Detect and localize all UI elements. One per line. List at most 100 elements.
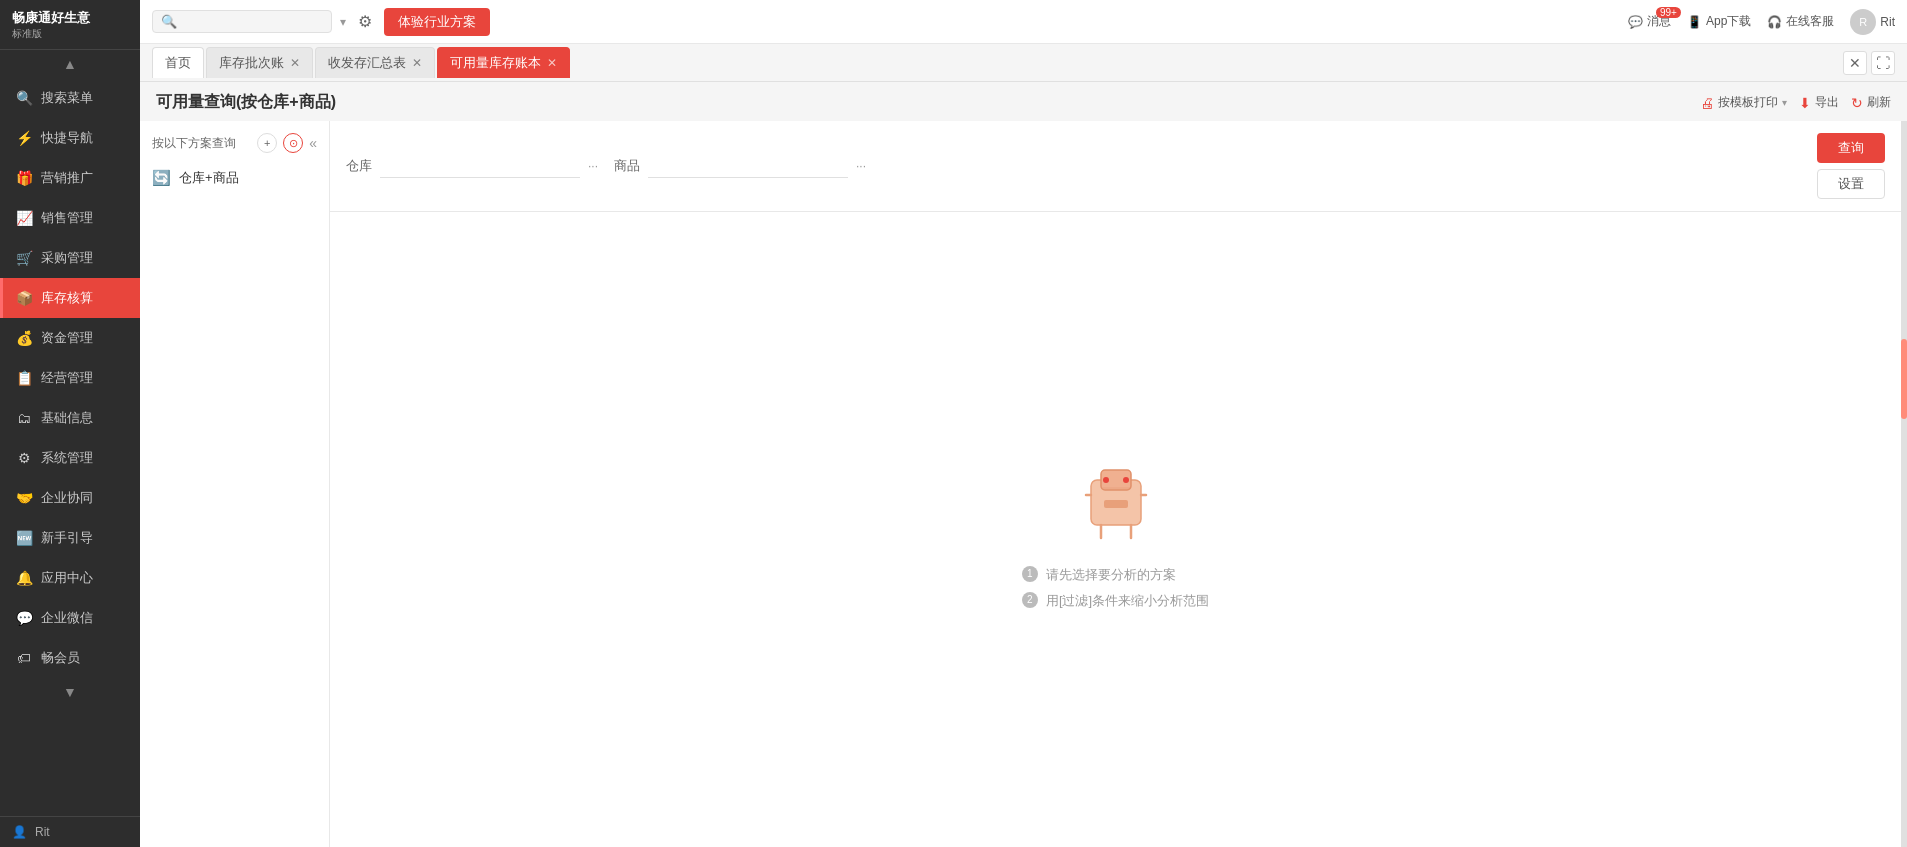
tab-home[interactable]: 首页 bbox=[152, 47, 204, 78]
gift-icon: 🎁 bbox=[15, 170, 33, 186]
filter-panel-title: 按以下方案查询 bbox=[152, 135, 236, 152]
sidebar-item-label: 畅会员 bbox=[41, 649, 80, 667]
finance-icon: 💰 bbox=[15, 330, 33, 346]
ops-icon: 📋 bbox=[15, 370, 33, 386]
expand-button[interactable]: ⛶ bbox=[1871, 51, 1895, 75]
search-icon: 🔍 bbox=[15, 90, 33, 106]
gear-icon[interactable]: ⚙ bbox=[354, 8, 376, 35]
sidebar-item-operations[interactable]: 📋 经营管理 bbox=[0, 358, 140, 398]
sidebar-item-sales[interactable]: 📈 销售管理 bbox=[0, 198, 140, 238]
refresh-button[interactable]: ↻ 刷新 bbox=[1851, 94, 1891, 111]
message-button[interactable]: 💬 消息 99+ bbox=[1628, 13, 1671, 30]
export-button[interactable]: ⬇ 导出 bbox=[1799, 94, 1839, 111]
main-content: 🔍 ▾ ⚙ 体验行业方案 💬 消息 99+ 📱 App下载 🎧 在线客服 R bbox=[140, 0, 1907, 847]
tab-label: 收发存汇总表 bbox=[328, 54, 406, 72]
user-menu[interactable]: R Rit bbox=[1850, 9, 1895, 35]
filter-add-button[interactable]: + bbox=[257, 133, 277, 153]
tip-number-1: 1 bbox=[1022, 566, 1038, 582]
chevron-down-icon[interactable]: ▾ bbox=[340, 15, 346, 29]
close-icon[interactable]: ✕ bbox=[547, 57, 557, 69]
basic-icon: 🗂 bbox=[15, 410, 33, 426]
headset-icon: 🎧 bbox=[1767, 15, 1782, 29]
close-tab-button[interactable]: ✕ bbox=[1843, 51, 1867, 75]
tab-available-ledger[interactable]: 可用量库存账本 ✕ bbox=[437, 47, 570, 78]
tabs-bar: 首页 库存批次账 ✕ 收发存汇总表 ✕ 可用量库存账本 ✕ ✕ ⛶ bbox=[140, 44, 1907, 82]
sidebar-scroll-down[interactable]: ▼ bbox=[0, 678, 140, 706]
user-avatar-icon: 👤 bbox=[12, 825, 27, 839]
filter-collapse-button[interactable]: « bbox=[309, 135, 317, 151]
sidebar-item-label: 营销推广 bbox=[41, 169, 93, 187]
sidebar-item-basic[interactable]: 🗂 基础信息 bbox=[0, 398, 140, 438]
sidebar-scroll-up[interactable]: ▲ bbox=[0, 50, 140, 78]
sidebar-item-shortcut[interactable]: ⚡ 快捷导航 bbox=[0, 118, 140, 158]
filter-settings-button[interactable]: ⊙ bbox=[283, 133, 303, 153]
print-label: 按模板打印 bbox=[1718, 94, 1778, 111]
phone-icon: 📱 bbox=[1687, 15, 1702, 29]
page-header: 可用量查询(按仓库+商品) 🖨 按模板打印 ▾ ⬇ 导出 ↻ 刷新 bbox=[140, 82, 1907, 121]
warehouse-filter-group: 仓库 ··· bbox=[346, 154, 598, 178]
svg-point-3 bbox=[1123, 477, 1129, 483]
sidebar-footer[interactable]: 👤 Rit bbox=[0, 816, 140, 847]
filter-item-warehouse-goods[interactable]: 🔄 仓库+商品 bbox=[140, 161, 329, 195]
handshake-icon: 🤝 bbox=[15, 490, 33, 506]
member-icon: 🏷 bbox=[15, 650, 33, 666]
app-edition: 标准版 bbox=[12, 27, 128, 41]
query-filters: 仓库 ··· 商品 ··· 查询 设置 bbox=[330, 121, 1901, 212]
apps-icon: 🔔 bbox=[15, 570, 33, 586]
sidebar-item-system[interactable]: ⚙ 系统管理 bbox=[0, 438, 140, 478]
search-input[interactable] bbox=[181, 15, 311, 29]
print-icon: 🖨 bbox=[1700, 95, 1714, 111]
message-badge: 99+ bbox=[1656, 7, 1681, 18]
right-scrollbar[interactable] bbox=[1901, 121, 1907, 847]
service-label: 在线客服 bbox=[1786, 13, 1834, 30]
warehouse-more-button[interactable]: ··· bbox=[588, 159, 598, 173]
close-icon[interactable]: ✕ bbox=[290, 57, 300, 69]
scroll-thumb[interactable] bbox=[1901, 339, 1907, 419]
tab-label: 库存批次账 bbox=[219, 54, 284, 72]
empty-illustration bbox=[1066, 450, 1166, 550]
refresh-icon: ↻ bbox=[1851, 95, 1863, 111]
print-button[interactable]: 🖨 按模板打印 ▾ bbox=[1700, 94, 1787, 111]
filter-actions: + ⊙ « bbox=[257, 133, 317, 153]
industry-solution-button[interactable]: 体验行业方案 bbox=[384, 8, 490, 36]
sidebar-item-purchase[interactable]: 🛒 采购管理 bbox=[0, 238, 140, 278]
app-download-button[interactable]: 📱 App下载 bbox=[1687, 13, 1751, 30]
tab-receive-summary[interactable]: 收发存汇总表 ✕ bbox=[315, 47, 435, 78]
sidebar-item-guide[interactable]: 🆕 新手引导 bbox=[0, 518, 140, 558]
message-icon: 💬 bbox=[1628, 15, 1643, 29]
sidebar: 畅康通好生意 标准版 ▲ 🔍 搜索菜单 ⚡ 快捷导航 🎁 营销推广 📈 销售管理… bbox=[0, 0, 140, 847]
sidebar-item-search[interactable]: 🔍 搜索菜单 bbox=[0, 78, 140, 118]
sidebar-item-member[interactable]: 🏷 畅会员 bbox=[0, 638, 140, 678]
sidebar-item-label: 系统管理 bbox=[41, 449, 93, 467]
sidebar-item-label: 应用中心 bbox=[41, 569, 93, 587]
sidebar-item-label: 企业微信 bbox=[41, 609, 93, 627]
filter-panel-header: 按以下方案查询 + ⊙ « bbox=[140, 133, 329, 161]
filter-panel: 按以下方案查询 + ⊙ « 🔄 仓库+商品 bbox=[140, 121, 330, 847]
goods-more-button[interactable]: ··· bbox=[856, 159, 866, 173]
sidebar-item-label: 采购管理 bbox=[41, 249, 93, 267]
tip-text-2: 用[过滤]条件来缩小分析范围 bbox=[1046, 592, 1209, 610]
query-area: 仓库 ··· 商品 ··· 查询 设置 bbox=[330, 121, 1901, 847]
query-button[interactable]: 查询 bbox=[1817, 133, 1885, 163]
settings-button[interactable]: 设置 bbox=[1817, 169, 1885, 199]
warehouse-input[interactable] bbox=[380, 154, 580, 178]
empty-state: 1 请先选择要分析的方案 2 用[过滤]条件来缩小分析范围 bbox=[330, 212, 1901, 847]
sidebar-footer-label: Rit bbox=[35, 825, 50, 839]
sidebar-item-inventory[interactable]: 📦 库存核算 bbox=[0, 278, 140, 318]
goods-input[interactable] bbox=[648, 154, 848, 178]
sidebar-item-wechat[interactable]: 💬 企业微信 bbox=[0, 598, 140, 638]
tab-batch-account[interactable]: 库存批次账 ✕ bbox=[206, 47, 313, 78]
goods-filter-group: 商品 ··· bbox=[614, 154, 866, 178]
empty-tip-2: 2 用[过滤]条件来缩小分析范围 bbox=[1022, 592, 1209, 610]
sidebar-item-enterprise[interactable]: 🤝 企业协同 bbox=[0, 478, 140, 518]
sidebar-item-label: 搜索菜单 bbox=[41, 89, 93, 107]
sidebar-item-finance[interactable]: 💰 资金管理 bbox=[0, 318, 140, 358]
empty-tips: 1 请先选择要分析的方案 2 用[过滤]条件来缩小分析范围 bbox=[1022, 566, 1209, 610]
topbar-search[interactable]: 🔍 bbox=[152, 10, 332, 33]
close-icon[interactable]: ✕ bbox=[412, 57, 422, 69]
sidebar-item-label: 库存核算 bbox=[41, 289, 93, 307]
sidebar-item-marketing[interactable]: 🎁 营销推广 bbox=[0, 158, 140, 198]
sidebar-item-apps[interactable]: 🔔 应用中心 bbox=[0, 558, 140, 598]
customer-service-button[interactable]: 🎧 在线客服 bbox=[1767, 13, 1834, 30]
query-buttons: 查询 设置 bbox=[1817, 133, 1885, 199]
